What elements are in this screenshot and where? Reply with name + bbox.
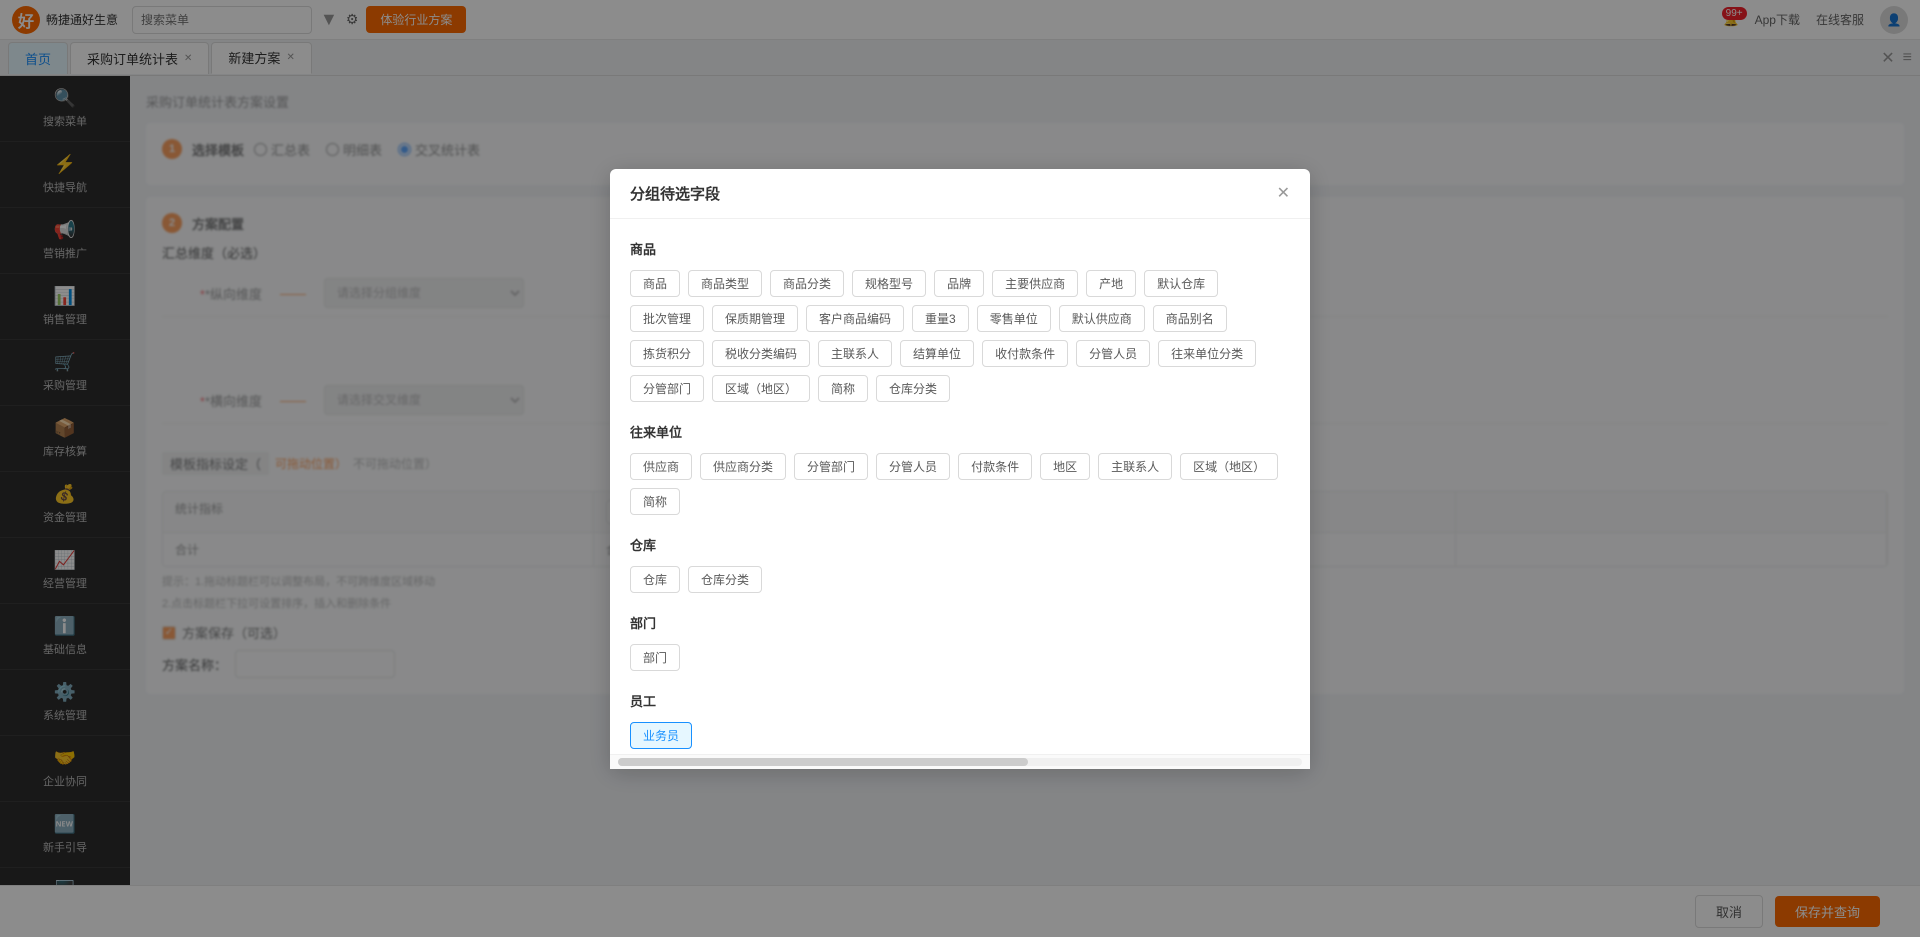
tag-warehouse-0[interactable]: 仓库 (630, 566, 680, 593)
modal-header: 分组待选字段 ✕ (610, 169, 1310, 219)
tag-goods-3[interactable]: 规格型号 (852, 270, 926, 297)
tag-staff-0[interactable]: 业务员 (630, 722, 692, 749)
tag-goods-22[interactable]: 分管部门 (630, 375, 704, 402)
modal-title: 分组待选字段 (630, 183, 720, 204)
tag-goods-12[interactable]: 零售单位 (977, 305, 1051, 332)
tag-goods-23[interactable]: 区域（地区） (712, 375, 810, 402)
content-area: 采购订单统计表方案设置 1 选择模板 汇总表 明细表 交叉统计表 (130, 76, 1920, 937)
tag-grid-goods: 商品 商品类型 商品分类 规格型号 品牌 主要供应商 产地 默认仓库 批次管理 … (630, 270, 1290, 402)
tag-goods-18[interactable]: 结算单位 (900, 340, 974, 367)
tag-goods-2[interactable]: 商品分类 (770, 270, 844, 297)
tag-goods-17[interactable]: 主联系人 (818, 340, 892, 367)
tag-grid-dept: 部门 (630, 644, 1290, 671)
tag-goods-24[interactable]: 简称 (818, 375, 868, 402)
tag-goods-10[interactable]: 客户商品编码 (806, 305, 904, 332)
tag-goods-16[interactable]: 税收分类编码 (712, 340, 810, 367)
tag-goods-20[interactable]: 分管人员 (1076, 340, 1150, 367)
tag-partner-5[interactable]: 地区 (1040, 453, 1090, 480)
tag-goods-7[interactable]: 默认仓库 (1144, 270, 1218, 297)
section-title-goods: 商品 (630, 239, 1290, 258)
tag-goods-9[interactable]: 保质期管理 (712, 305, 798, 332)
section-title-partner: 往来单位 (630, 422, 1290, 441)
section-title-staff: 员工 (630, 691, 1290, 710)
tag-partner-1[interactable]: 供应商分类 (700, 453, 786, 480)
tag-goods-5[interactable]: 主要供应商 (992, 270, 1078, 297)
section-title-warehouse: 仓库 (630, 535, 1290, 554)
tag-goods-8[interactable]: 批次管理 (630, 305, 704, 332)
tag-goods-14[interactable]: 商品别名 (1153, 305, 1227, 332)
modal-body: 商品 商品 商品类型 商品分类 规格型号 品牌 主要供应商 产地 默认仓库 批次… (610, 219, 1310, 755)
tag-goods-1[interactable]: 商品类型 (688, 270, 762, 297)
tag-goods-11[interactable]: 重量3 (912, 305, 969, 332)
tag-grid-partner: 供应商 供应商分类 分管部门 分管人员 付款条件 地区 主联系人 区域（地区） … (630, 453, 1290, 515)
modal-close-button[interactable]: ✕ (1277, 183, 1290, 203)
tag-goods-15[interactable]: 拣货积分 (630, 340, 704, 367)
tag-partner-3[interactable]: 分管人员 (876, 453, 950, 480)
tag-partner-4[interactable]: 付款条件 (958, 453, 1032, 480)
tag-goods-19[interactable]: 收付款条件 (982, 340, 1068, 367)
tag-dept-0[interactable]: 部门 (630, 644, 680, 671)
tag-partner-8[interactable]: 简称 (630, 488, 680, 515)
modal-overlay: 分组待选字段 ✕ 商品 商品 商品类型 商品分类 规格型号 品牌 主要供应商 产… (130, 76, 1920, 937)
tag-goods-6[interactable]: 产地 (1086, 270, 1136, 297)
modal-dialog: 分组待选字段 ✕ 商品 商品 商品类型 商品分类 规格型号 品牌 主要供应商 产… (610, 169, 1310, 769)
main-layout: 🔍 搜索菜单 ⚡ 快捷导航 📢 营销推广 📊 销售管理 🛒 采购管理 📦 库存核… (0, 76, 1920, 937)
tag-goods-25[interactable]: 仓库分类 (876, 375, 950, 402)
tag-goods-4[interactable]: 品牌 (934, 270, 984, 297)
tag-partner-0[interactable]: 供应商 (630, 453, 692, 480)
tag-partner-2[interactable]: 分管部门 (794, 453, 868, 480)
horizontal-scrollbar-thumb[interactable] (618, 758, 1028, 766)
tag-partner-7[interactable]: 区域（地区） (1180, 453, 1278, 480)
section-title-dept: 部门 (630, 613, 1290, 632)
tag-warehouse-1[interactable]: 仓库分类 (688, 566, 762, 593)
tag-goods-21[interactable]: 往来单位分类 (1158, 340, 1256, 367)
tag-goods-13[interactable]: 默认供应商 (1059, 305, 1145, 332)
tag-partner-6[interactable]: 主联系人 (1098, 453, 1172, 480)
modal-scrollbar-area (610, 754, 1310, 768)
tag-grid-warehouse: 仓库 仓库分类 (630, 566, 1290, 593)
tag-grid-staff: 业务员 (630, 722, 1290, 749)
horizontal-scrollbar-track[interactable] (618, 758, 1302, 766)
tag-goods-0[interactable]: 商品 (630, 270, 680, 297)
